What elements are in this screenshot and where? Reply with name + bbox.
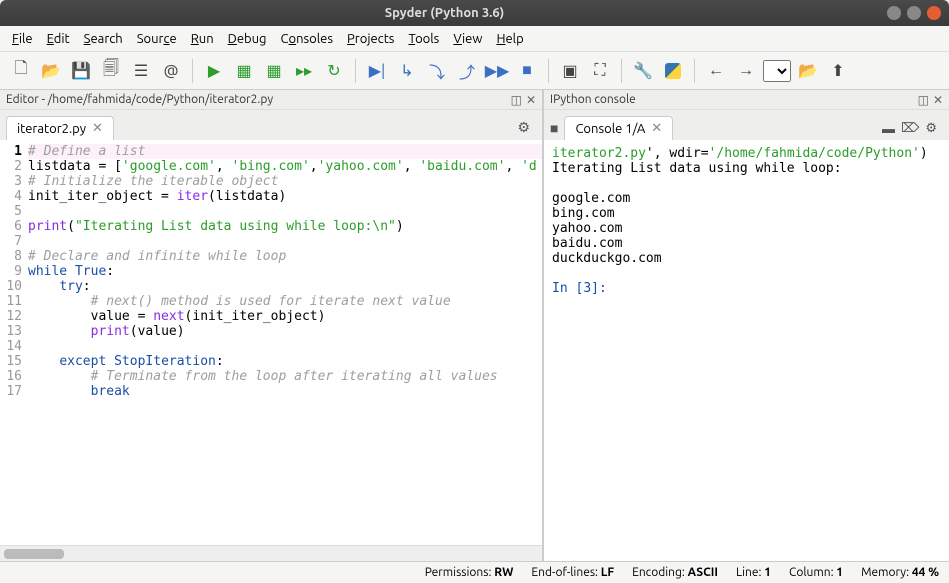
menu-file[interactable]: File [6, 30, 39, 48]
separator [694, 59, 695, 83]
statusbar: Permissions: RW End-of-lines: LF Encodin… [0, 561, 949, 583]
editor-tab-label: iterator2.py [17, 122, 86, 136]
separator [192, 59, 193, 83]
status-eol: End-of-lines: LF [531, 566, 614, 579]
preferences-icon[interactable]: 🔧 [630, 58, 656, 84]
save-icon[interactable]: 💾 [68, 58, 94, 84]
close-tab-icon[interactable]: ✕ [651, 121, 662, 136]
working-dir-select[interactable] [763, 60, 791, 82]
console-pane: IPython console ◫ ✕ ■ Console 1/A ✕ ▬ ⌦ ⚙… [544, 90, 949, 561]
console-remove-icon[interactable]: ▬ [882, 121, 895, 136]
line-gutter: 1234567891011121314151617 [0, 140, 28, 545]
console-lines: google.com bing.com yahoo.com baidu.com … [552, 191, 662, 266]
console-tab[interactable]: Console 1/A ✕ [564, 116, 673, 140]
editor-options-icon[interactable]: ⚙ [517, 119, 530, 136]
dock-icon[interactable]: ◫ [511, 93, 522, 107]
run-cell-advance-icon[interactable]: ▦ [261, 58, 287, 84]
dock-icon[interactable]: ◫ [918, 93, 929, 107]
debug-icon[interactable]: ▶| [364, 58, 390, 84]
menu-run[interactable]: Run [185, 30, 220, 48]
run-selection-icon[interactable]: ▸▸ [291, 58, 317, 84]
window-minimize-button[interactable] [887, 6, 901, 20]
status-encoding: Encoding: ASCII [632, 566, 718, 579]
back-icon[interactable]: ← [703, 58, 729, 84]
editor-tabrow: iterator2.py ✕ ⚙ [0, 110, 542, 140]
fullscreen-icon[interactable]: ⛶ [587, 58, 613, 84]
save-all-icon[interactable]: 🗐 [98, 58, 124, 84]
console-tab-label: Console 1/A [575, 122, 645, 136]
editor-pane-title: Editor - /home/fahmida/code/Python/itera… [6, 93, 511, 106]
code-editor[interactable]: 1234567891011121314151617 # Define a lis… [0, 140, 542, 545]
console-stop-icon[interactable]: ■ [550, 120, 558, 136]
run-cell-icon[interactable]: ▦ [231, 58, 257, 84]
console-clear-icon[interactable]: ⌦ [901, 121, 919, 136]
console-pane-title: IPython console [550, 93, 918, 106]
titlebar: Spyder (Python 3.6) [0, 0, 949, 26]
window-close-button[interactable] [927, 6, 941, 20]
at-icon[interactable]: @ [158, 58, 184, 84]
close-pane-icon[interactable]: ✕ [933, 93, 943, 107]
step-into-icon[interactable]: ⤵ [424, 58, 450, 84]
separator [548, 59, 549, 83]
new-file-icon[interactable]: 🗋 [8, 58, 34, 84]
maximize-pane-icon[interactable]: ▣ [557, 58, 583, 84]
separator [621, 59, 622, 83]
console-out-header: Iterating List data using while loop: [552, 161, 842, 176]
editor-pane: Editor - /home/fahmida/code/Python/itera… [0, 90, 544, 561]
toolbar: 🗋 📂 💾 🗐 ☰ @ ▶ ▦ ▦ ▸▸ ↻ ▶| ↳ ⤵ ⤴ ▶▶ ■ ▣ ⛶… [0, 52, 949, 90]
close-pane-icon[interactable]: ✕ [526, 93, 536, 107]
forward-icon[interactable]: → [733, 58, 759, 84]
menu-projects[interactable]: Projects [341, 30, 400, 48]
browse-dir-icon[interactable]: 📂 [795, 58, 821, 84]
editor-tab[interactable]: iterator2.py ✕ [6, 116, 114, 140]
open-file-icon[interactable]: 📂 [38, 58, 64, 84]
console-runfile: iterator2.py [552, 146, 646, 161]
menu-consoles[interactable]: Consoles [275, 30, 339, 48]
separator [355, 59, 356, 83]
menu-debug[interactable]: Debug [222, 30, 273, 48]
main-area: Editor - /home/fahmida/code/Python/itera… [0, 90, 949, 561]
menubar: File Edit Search Source Run Debug Consol… [0, 26, 949, 52]
menu-tools[interactable]: Tools [402, 30, 445, 48]
menu-help[interactable]: Help [490, 30, 529, 48]
python-path-icon[interactable] [660, 58, 686, 84]
console-options-icon[interactable]: ⚙ [925, 121, 937, 136]
list-icon[interactable]: ☰ [128, 58, 154, 84]
console-tabrow: ■ Console 1/A ✕ ▬ ⌦ ⚙ [544, 110, 949, 140]
status-line: Line: 1 [736, 566, 771, 579]
menu-view[interactable]: View [447, 30, 488, 48]
editor-h-scrollbar[interactable] [0, 545, 542, 561]
status-permissions: Permissions: RW [425, 566, 514, 579]
menu-source[interactable]: Source [131, 30, 183, 48]
console-output[interactable]: iterator2.py)', wdir='/home/fahmida/code… [544, 140, 949, 561]
status-column: Column: 1 [789, 566, 843, 579]
step-icon[interactable]: ↳ [394, 58, 420, 84]
step-out-icon[interactable]: ⤴ [454, 58, 480, 84]
editor-pane-header: Editor - /home/fahmida/code/Python/itera… [0, 90, 542, 110]
menu-search[interactable]: Search [78, 30, 129, 48]
window-title: Spyder (Python 3.6) [8, 6, 881, 20]
menu-edit[interactable]: Edit [41, 30, 76, 48]
scrollbar-thumb[interactable] [4, 549, 64, 559]
stop-debug-icon[interactable]: ■ [514, 58, 540, 84]
rerun-icon[interactable]: ↻ [321, 58, 347, 84]
status-memory: Memory: 44 % [861, 566, 939, 579]
parent-dir-icon[interactable]: ⬆ [825, 58, 851, 84]
code-area[interactable]: # Define a listlistdata = ['google.com',… [28, 140, 542, 545]
console-pane-header: IPython console ◫ ✕ [544, 90, 949, 110]
continue-icon[interactable]: ▶▶ [484, 58, 510, 84]
close-tab-icon[interactable]: ✕ [92, 121, 103, 136]
run-icon[interactable]: ▶ [201, 58, 227, 84]
window-maximize-button[interactable] [907, 6, 921, 20]
